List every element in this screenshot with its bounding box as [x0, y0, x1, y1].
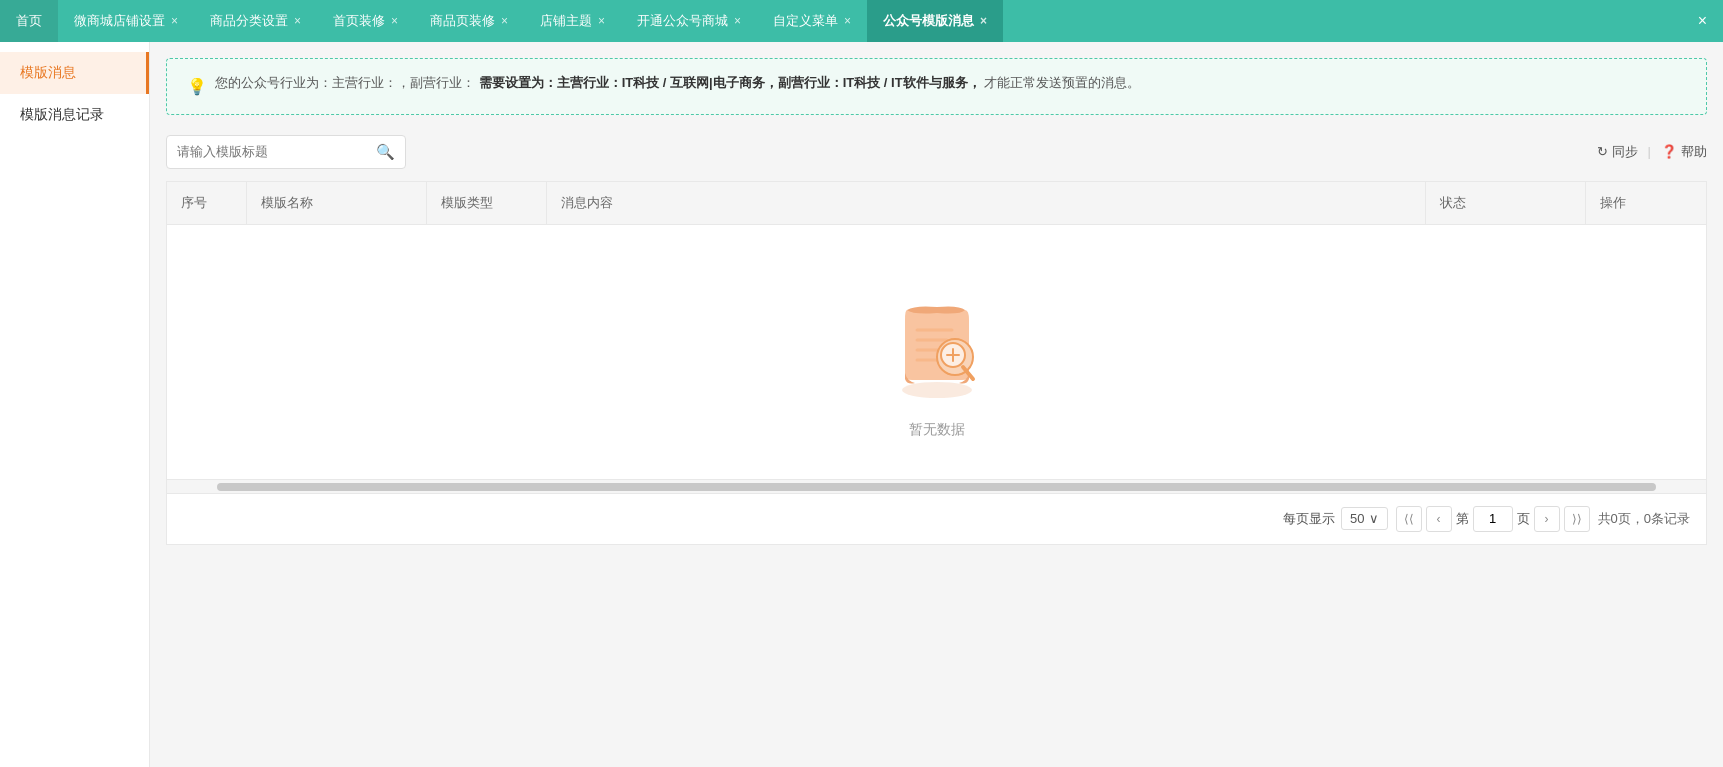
nav-tab-category[interactable]: 商品分类设置 ×	[194, 0, 317, 42]
page-prefix-label: 第	[1456, 510, 1469, 528]
svg-point-0	[902, 382, 972, 398]
page-navigation: ⟨⟨ ‹ 第 页 › ⟩⟩	[1396, 506, 1590, 532]
nav-tab-wechat-shop[interactable]: 开通公众号商城 ×	[621, 0, 757, 42]
action-divider: |	[1648, 144, 1651, 159]
search-input[interactable]	[177, 144, 376, 159]
notice-highlight: 需要设置为：主营行业：IT科技 / 互联网|电子商务，副营行业：IT科技 / I…	[479, 75, 981, 90]
page-size-value: 50	[1350, 511, 1364, 526]
nav-tab-custom-menu-close[interactable]: ×	[844, 14, 851, 28]
scroll-thumb[interactable]	[217, 483, 1656, 491]
nav-tab-theme-close[interactable]: ×	[598, 14, 605, 28]
sidebar-item-template-msg[interactable]: 模版消息	[0, 52, 149, 94]
sync-button[interactable]: ↻ 同步	[1597, 143, 1638, 161]
close-all-button[interactable]: ×	[1682, 0, 1723, 42]
col-header-content: 消息内容	[547, 182, 1426, 224]
nav-tab-micro-shop[interactable]: 微商城店铺设置 ×	[58, 0, 194, 42]
nav-tab-wechat-shop-close[interactable]: ×	[734, 14, 741, 28]
page-size-label: 每页显示	[1283, 510, 1335, 528]
nav-tab-wechat-shop-label: 开通公众号商城	[637, 12, 728, 30]
col-header-index: 序号	[167, 182, 247, 224]
empty-illustration	[877, 285, 997, 405]
table-header: 序号 模版名称 模版类型 消息内容 状态 操作	[167, 182, 1706, 225]
nav-tab-theme-label: 店铺主题	[540, 12, 592, 30]
sidebar-item-template-log[interactable]: 模版消息记录	[0, 94, 149, 136]
action-links: ↻ 同步 | ❓ 帮助	[1597, 143, 1707, 161]
help-label: 帮助	[1681, 143, 1707, 161]
page-total-text: 共0页，0条记录	[1598, 510, 1690, 528]
search-input-wrap[interactable]: 🔍	[166, 135, 406, 169]
nav-tab-template-msg-label: 公众号模版消息	[883, 12, 974, 30]
col-header-type: 模版类型	[427, 182, 547, 224]
nav-tab-home-decor-label: 首页装修	[333, 12, 385, 30]
page-size-select: 每页显示 50 ∨	[1283, 507, 1387, 530]
nav-tab-custom-menu[interactable]: 自定义菜单 ×	[757, 0, 867, 42]
search-row: 🔍 ↻ 同步 | ❓ 帮助	[166, 135, 1707, 169]
help-button[interactable]: ❓ 帮助	[1661, 143, 1707, 161]
nav-tab-template-msg-close[interactable]: ×	[980, 14, 987, 28]
content-area: 💡 您的公众号行业为：主营行业：，副营行业： 需要设置为：主营行业：IT科技 /…	[150, 42, 1723, 767]
horizontal-scrollbar[interactable]	[167, 479, 1706, 493]
search-icon[interactable]: 🔍	[376, 143, 395, 161]
sync-label: 同步	[1612, 143, 1638, 161]
sidebar-item-template-msg-label: 模版消息	[20, 64, 76, 80]
sync-icon: ↻	[1597, 144, 1608, 159]
nav-tab-micro-shop-label: 微商城店铺设置	[74, 12, 165, 30]
col-header-action: 操作	[1586, 182, 1706, 224]
sidebar-item-template-log-label: 模版消息记录	[20, 106, 104, 122]
nav-tab-custom-menu-label: 自定义菜单	[773, 12, 838, 30]
page-unit-label: 页	[1517, 510, 1530, 528]
nav-tab-home-decor[interactable]: 首页装修 ×	[317, 0, 414, 42]
first-page-button[interactable]: ⟨⟨	[1396, 506, 1422, 532]
pagination: 每页显示 50 ∨ ⟨⟨ ‹ 第 页 › ⟩⟩ 共0页，0条记录	[167, 493, 1706, 544]
sidebar: 模版消息 模版消息记录	[0, 42, 150, 767]
nav-tab-product-decor[interactable]: 商品页装修 ×	[414, 0, 524, 42]
col-header-name: 模版名称	[247, 182, 427, 224]
notice-banner: 💡 您的公众号行业为：主营行业：，副营行业： 需要设置为：主营行业：IT科技 /…	[166, 58, 1707, 115]
main-layout: 模版消息 模版消息记录 💡 您的公众号行业为：主营行业：，副营行业： 需要设置为…	[0, 42, 1723, 767]
nav-tab-template-msg[interactable]: 公众号模版消息 ×	[867, 0, 1003, 42]
bulb-icon: 💡	[187, 74, 207, 100]
top-navigation: 首页 微商城店铺设置 × 商品分类设置 × 首页装修 × 商品页装修 × 店铺主…	[0, 0, 1723, 42]
data-table: 序号 模版名称 模版类型 消息内容 状态 操作	[166, 181, 1707, 545]
nav-tab-product-decor-close[interactable]: ×	[501, 14, 508, 28]
empty-state: 暂无数据	[167, 225, 1706, 479]
nav-tab-category-label: 商品分类设置	[210, 12, 288, 30]
nav-tab-home-label: 首页	[16, 12, 42, 30]
next-page-button[interactable]: ›	[1534, 506, 1560, 532]
dropdown-chevron-icon: ∨	[1369, 511, 1379, 526]
help-icon: ❓	[1661, 144, 1677, 159]
page-size-dropdown[interactable]: 50 ∨	[1341, 507, 1387, 530]
prev-page-button[interactable]: ‹	[1426, 506, 1452, 532]
nav-tab-product-decor-label: 商品页装修	[430, 12, 495, 30]
nav-tab-category-close[interactable]: ×	[294, 14, 301, 28]
nav-tab-home[interactable]: 首页	[0, 0, 58, 42]
nav-tab-micro-shop-close[interactable]: ×	[171, 14, 178, 28]
notice-prefix: 您的公众号行业为：主营行业：，副营行业：	[215, 75, 475, 90]
col-header-status: 状态	[1426, 182, 1586, 224]
page-number-input[interactable]	[1473, 506, 1513, 532]
last-page-button[interactable]: ⟩⟩	[1564, 506, 1590, 532]
nav-tab-theme[interactable]: 店铺主题 ×	[524, 0, 621, 42]
notice-suffix: 才能正常发送预置的消息。	[984, 75, 1140, 90]
notice-text: 您的公众号行业为：主营行业：，副营行业： 需要设置为：主营行业：IT科技 / 互…	[215, 73, 1140, 94]
nav-tab-home-decor-close[interactable]: ×	[391, 14, 398, 28]
empty-text: 暂无数据	[909, 421, 965, 439]
